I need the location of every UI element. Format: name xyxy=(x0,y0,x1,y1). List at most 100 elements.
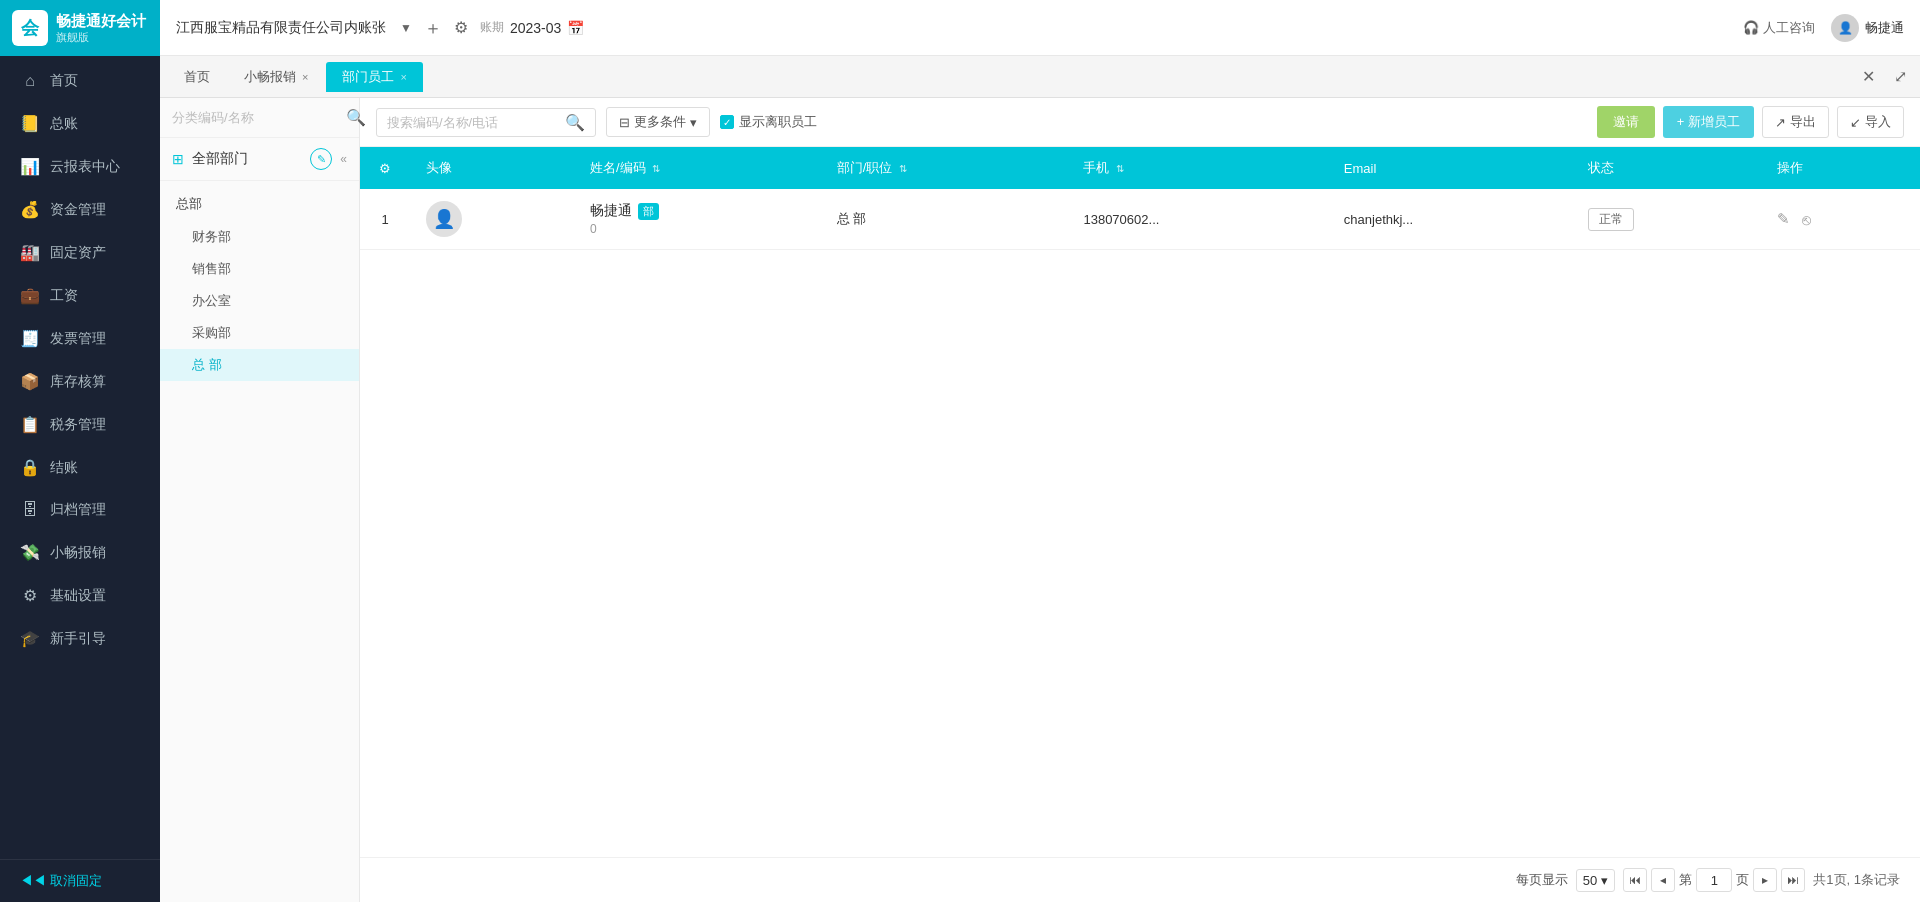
show-resigned-toggle[interactable]: ✓ 显示离职员工 xyxy=(720,113,817,131)
sidebar-item-archive[interactable]: 🗄 归档管理 xyxy=(0,489,160,531)
period-value: 2023-03 xyxy=(510,20,561,36)
sidebar-item-label-expense-app: 小畅报销 xyxy=(50,544,106,562)
sidebar-item-home[interactable]: ⌂首页 xyxy=(0,60,160,102)
col-dept[interactable]: 部门/职位 ⇅ xyxy=(821,147,1068,189)
app-sub: 旗舰版 xyxy=(56,30,146,45)
dept-search-input[interactable] xyxy=(172,110,340,125)
sidebar-item-tax[interactable]: 📋税务管理 xyxy=(0,403,160,446)
add-employee-button[interactable]: + 新增员工 xyxy=(1663,106,1754,138)
dept-collapse-icon[interactable]: « xyxy=(340,152,347,166)
sidebar-item-close[interactable]: 🔒结账 xyxy=(0,446,160,489)
employee-email: chanjethkj... xyxy=(1344,212,1413,227)
pagination: 每页显示 50 ▾ ⏮ ◂ 第 页 ▸ ⏭ 共1页, 1条记录 xyxy=(360,857,1920,902)
table-row: 1 👤 畅捷通 部 0 总 部 138070602... chanjethkj.… xyxy=(360,189,1920,250)
page-number-input[interactable] xyxy=(1696,868,1732,892)
sidebar-item-expense-app[interactable]: 💸小畅报销 xyxy=(0,531,160,574)
page-size-value: 50 xyxy=(1583,873,1597,888)
employee-search-icon[interactable]: 🔍 xyxy=(565,113,585,132)
sidebar-item-label-home: 首页 xyxy=(50,72,78,90)
sidebar-nav: ⌂首页📒总账📊云报表中心 💰 资金管理 🏭固定资产💼工资🧾发票管理📦库存核算📋税务管理… xyxy=(0,56,160,859)
tabs-right-actions: ✕ ⤢ xyxy=(1856,65,1912,89)
sidebar-item-salary[interactable]: 💼工资 xyxy=(0,274,160,317)
tab-expense-close[interactable]: × xyxy=(302,71,308,83)
sidebar-item-settings[interactable]: ⚙ 基础设置 xyxy=(0,574,160,617)
next-page-button[interactable]: ▸ xyxy=(1753,868,1777,892)
dept-node-general[interactable]: 总部 xyxy=(160,187,359,221)
dept-node-finance[interactable]: 财务部 xyxy=(160,221,359,253)
sidebar-item-reports[interactable]: 📊云报表中心 xyxy=(0,145,160,188)
content-area: 🔍 ⊞ 全部部门 ✎ « 总部财务部销售部办公室采购部总 部 🔍 ⊟ xyxy=(160,98,1920,902)
all-dept-label[interactable]: 全部部门 xyxy=(192,150,302,168)
tab-bar: 首页 小畅报销 × 部门员工 × ✕ ⤢ xyxy=(160,56,1920,98)
sidebar-item-icon-settings: ⚙ xyxy=(20,586,40,605)
invite-button[interactable]: 邀请 xyxy=(1597,106,1655,138)
sidebar-item-ledger[interactable]: 📒总账 xyxy=(0,102,160,145)
employee-table-container: ⚙ 头像 姓名/编码 ⇅ 部门/职位 ⇅ 手机 ⇅ Email 状态 操作 1 … xyxy=(360,147,1920,857)
tab-home[interactable]: 首页 xyxy=(168,62,226,92)
edit-employee-button[interactable]: ✎ xyxy=(1777,210,1790,228)
dept-node-purchase[interactable]: 采购部 xyxy=(160,317,359,349)
employee-dept: 总 部 xyxy=(837,211,867,226)
sidebar-item-icon-tax: 📋 xyxy=(20,415,40,434)
import-button[interactable]: ↙ 导入 xyxy=(1837,106,1904,138)
col-avatar: 头像 xyxy=(410,147,574,189)
show-resigned-label: 显示离职员工 xyxy=(739,113,817,131)
calendar-icon[interactable]: 📅 xyxy=(567,20,584,36)
sidebar-item-icon-archive: 🗄 xyxy=(20,501,40,519)
show-resigned-checkbox[interactable]: ✓ xyxy=(720,115,734,129)
sidebar-item-assets[interactable]: 🏭固定资产 xyxy=(0,231,160,274)
col-phone[interactable]: 手机 ⇅ xyxy=(1067,147,1327,189)
sidebar-item-inventory[interactable]: 📦库存核算 xyxy=(0,360,160,403)
sidebar-item-label-funds: 资金管理 xyxy=(50,201,106,219)
sidebar-item-icon-inventory: 📦 xyxy=(20,372,40,391)
export-button[interactable]: ↗ 导出 xyxy=(1762,106,1829,138)
sidebar-item-label-settings: 基础设置 xyxy=(50,587,106,605)
sidebar-item-funds[interactable]: 💰 资金管理 xyxy=(0,188,160,231)
add-account-button[interactable]: ＋ xyxy=(424,16,442,40)
dept-node-sales[interactable]: 销售部 xyxy=(160,253,359,285)
employee-panel: 🔍 ⊟ 更多条件 ▾ ✓ 显示离职员工 邀请 + 新增员工 ↗ 导出 xyxy=(360,98,1920,902)
col-name[interactable]: 姓名/编码 ⇅ xyxy=(574,147,821,189)
row-actions: ✎ ⎋ xyxy=(1761,189,1920,250)
employee-toolbar: 🔍 ⊟ 更多条件 ▾ ✓ 显示离职员工 邀请 + 新增员工 ↗ 导出 xyxy=(360,98,1920,147)
col-action: 操作 xyxy=(1761,147,1920,189)
employee-table-body: 1 👤 畅捷通 部 0 总 部 138070602... chanjethkj.… xyxy=(360,189,1920,250)
row-avatar: 👤 xyxy=(410,189,574,250)
employee-search-input[interactable] xyxy=(387,115,559,130)
dept-edit-button[interactable]: ✎ xyxy=(310,148,332,170)
sidebar-item-label-close: 结账 xyxy=(50,459,78,477)
sidebar-item-label-archive: 归档管理 xyxy=(50,501,106,519)
company-dropdown-icon[interactable]: ▼ xyxy=(400,21,412,35)
row-index: 1 xyxy=(360,189,410,250)
sidebar-pin-toggle[interactable]: ◀◀ 取消固定 xyxy=(0,859,160,902)
avatar: 👤 xyxy=(1831,14,1859,42)
page-size-select[interactable]: 50 ▾ xyxy=(1576,869,1615,892)
tab-expense-label: 小畅报销 xyxy=(244,68,296,86)
tab-dept-employee[interactable]: 部门员工 × xyxy=(326,62,422,92)
sidebar-item-guide[interactable]: 🎓新手引导 xyxy=(0,617,160,660)
tab-expand-button[interactable]: ⤢ xyxy=(1888,65,1912,89)
user-menu[interactable]: 👤 畅捷通 xyxy=(1831,14,1904,42)
tab-expense[interactable]: 小畅报销 × xyxy=(228,62,324,92)
sidebar-item-icon-funds: 💰 xyxy=(20,200,40,219)
sidebar-item-icon-assets: 🏭 xyxy=(20,243,40,262)
employee-name: 畅捷通 xyxy=(590,202,632,220)
prev-page-button[interactable]: ◂ xyxy=(1651,868,1675,892)
sidebar-item-icon-reports: 📊 xyxy=(20,157,40,176)
delete-employee-button[interactable]: ⎋ xyxy=(1802,211,1811,228)
service-button[interactable]: 🎧 人工咨询 xyxy=(1743,19,1815,37)
company-name: 江西服宝精品有限责任公司内账张 xyxy=(176,19,386,37)
first-page-button[interactable]: ⏮ xyxy=(1623,868,1647,892)
last-page-button[interactable]: ⏭ xyxy=(1781,868,1805,892)
dept-node-general-main[interactable]: 总 部 xyxy=(160,349,359,381)
tab-close-all-button[interactable]: ✕ xyxy=(1856,65,1880,89)
filter-button[interactable]: ⊟ 更多条件 ▾ xyxy=(606,107,710,137)
col-settings[interactable]: ⚙ xyxy=(360,147,410,189)
dept-node-office[interactable]: 办公室 xyxy=(160,285,359,317)
settings-icon[interactable]: ⚙ xyxy=(454,18,468,37)
table-header-row: ⚙ 头像 姓名/编码 ⇅ 部门/职位 ⇅ 手机 ⇅ Email 状态 操作 xyxy=(360,147,1920,189)
tab-dept-employee-close[interactable]: × xyxy=(400,71,406,83)
headset-icon: 🎧 xyxy=(1743,20,1759,35)
sidebar-item-invoice[interactable]: 🧾发票管理 xyxy=(0,317,160,360)
page-label: 页 xyxy=(1736,871,1749,889)
